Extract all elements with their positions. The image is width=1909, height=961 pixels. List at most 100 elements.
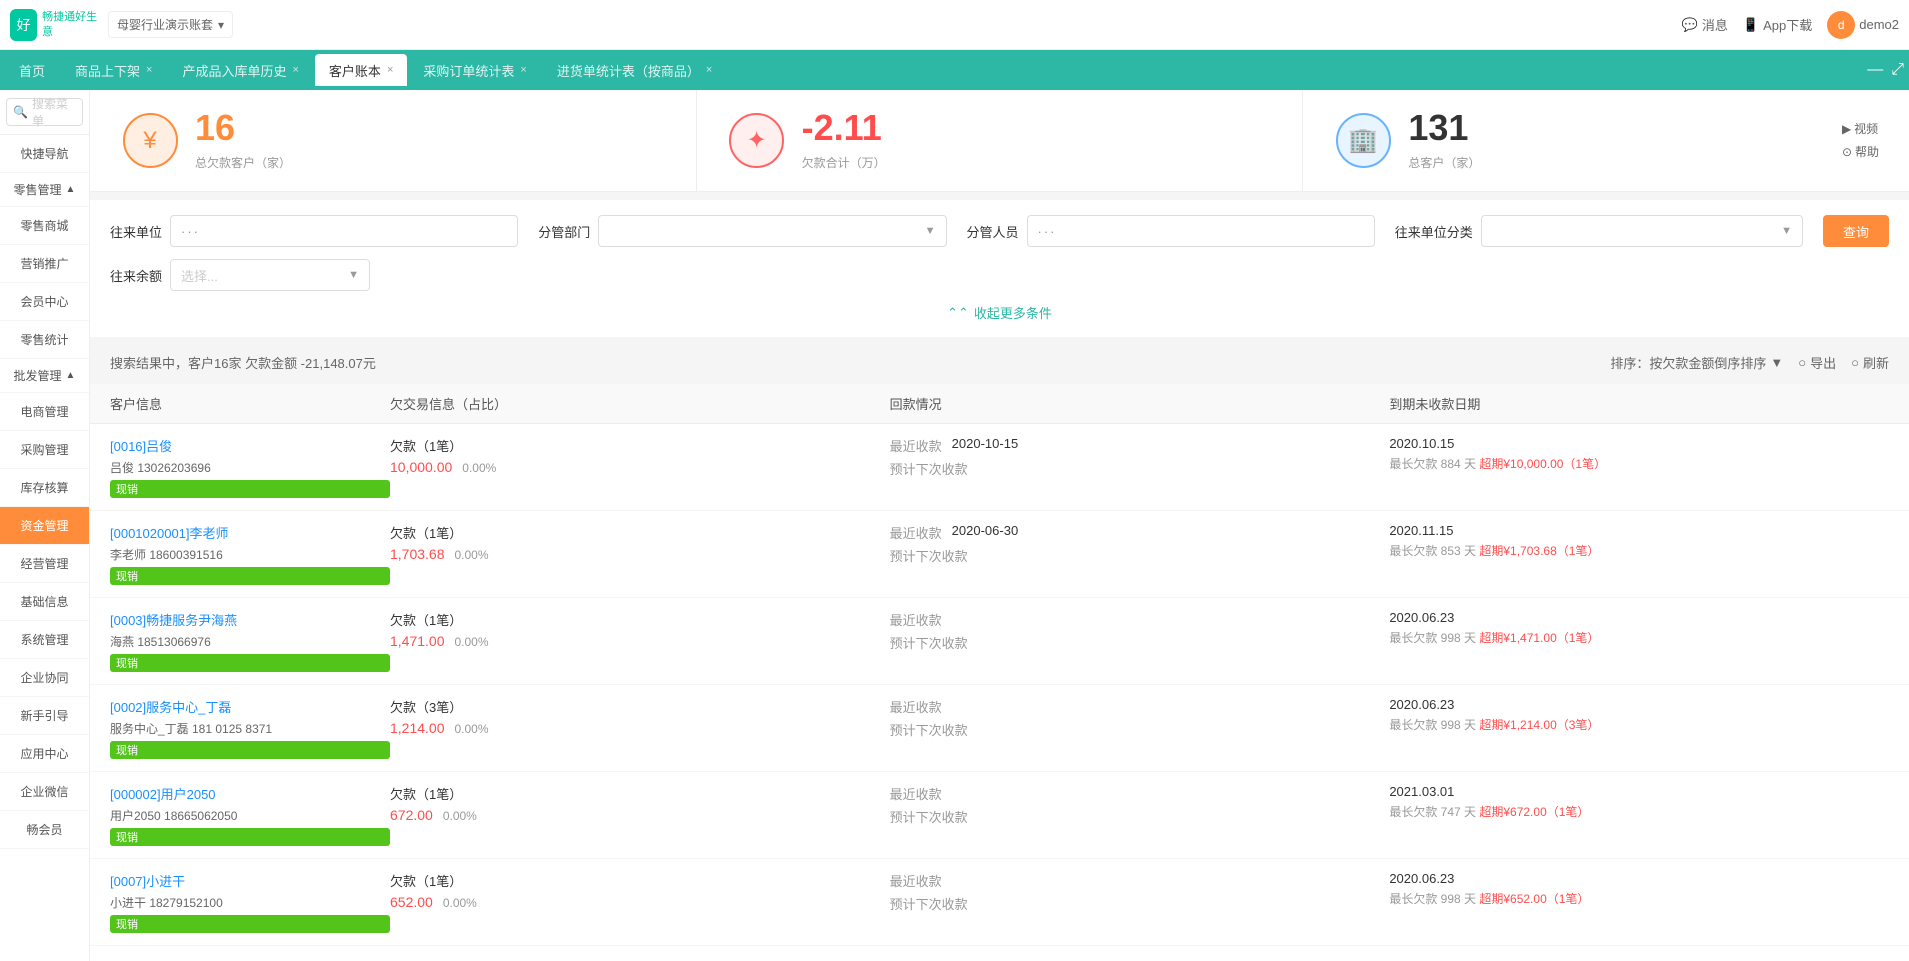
debt-amount: 672.00 [390, 807, 433, 823]
recovery-info: 最近收款 2020-10-15 预计下次收款 [890, 436, 1390, 498]
overdue-link[interactable]: 超期¥1,471.00（1笔） [1479, 631, 1599, 645]
customer-name[interactable]: [0016]吕俊 [110, 436, 390, 455]
table-row: [000002]用户2050 用户2050 18665062050 现销 欠款（… [90, 772, 1909, 859]
tab-close-icon[interactable]: × [146, 64, 152, 76]
sidebar-nav: 快捷导航零售管理▲零售商城营销推广会员中心零售统计批发管理▲电商管理采购管理库存… [0, 135, 89, 961]
overdue-date: 2021.03.01 [1389, 784, 1889, 799]
sidebar-item-retail-stats[interactable]: 零售统计 [0, 321, 89, 359]
sidebar-item-retail-mgmt[interactable]: 零售管理▲ [0, 173, 89, 207]
refresh-button[interactable]: ○ 刷新 [1851, 353, 1889, 372]
sidebar-item-system-mgmt[interactable]: 系统管理 [0, 621, 89, 659]
debt-amount: 652.00 [390, 894, 433, 910]
export-button[interactable]: ○ 导出 [1798, 353, 1836, 372]
sidebar-item-purchase-mgmt[interactable]: 采购管理 [0, 431, 89, 469]
search-button[interactable]: 查询 [1823, 215, 1889, 247]
sidebar-item-marketing[interactable]: 营销推广 [0, 245, 89, 283]
last-payment-label: 最近收款 [890, 697, 942, 716]
sidebar-item-batch-mgmt[interactable]: 批发管理▲ [0, 359, 89, 393]
last-payment-row: 最近收款 [890, 610, 1390, 629]
tab-close-icon[interactable]: × [387, 64, 393, 76]
table-row: [0006]去下粮仓 陈小希 现销 欠款（1笔） 455.90 0.00% 最近… [90, 946, 1909, 961]
sidebar-item-enterprise[interactable]: 企业协同 [0, 659, 89, 697]
phone-icon: 📱 [1743, 17, 1759, 33]
tab-close-icon[interactable]: × [706, 64, 712, 76]
overdue-link[interactable]: 超期¥652.00（1笔） [1479, 892, 1589, 906]
collapse-up-icon: ⌃⌃ [947, 305, 969, 321]
tab-production[interactable]: 产成品入库单历史× [168, 54, 312, 86]
sidebar-item-finance[interactable]: 资金管理 [0, 507, 89, 545]
debt-amount: 1,214.00 [390, 720, 445, 736]
customer-name[interactable]: [000002]用户2050 [110, 784, 390, 803]
video-button[interactable]: ▶ 视频 [1842, 120, 1879, 137]
message-button[interactable]: 💬 消息 [1682, 15, 1728, 34]
department-input[interactable]: ▼ [598, 215, 946, 247]
overdue-link[interactable]: 超期¥1,703.68（1笔） [1479, 544, 1599, 558]
tab-close-icon[interactable]: × [520, 64, 526, 76]
sidebar-item-quick-nav[interactable]: 快捷导航 [0, 135, 89, 173]
tab-home[interactable]: 首页 [5, 54, 59, 86]
collapse-filter-button[interactable]: ⌃⌃ 收起更多条件 [110, 303, 1889, 322]
overdue-link[interactable]: 超期¥10,000.00（1笔） [1479, 457, 1606, 471]
sidebar-item-app-center[interactable]: 应用中心 [0, 735, 89, 773]
user-menu[interactable]: d demo2 [1827, 11, 1899, 39]
tab-inventory_stat[interactable]: 进货单统计表（按商品）× [543, 54, 726, 86]
sidebar-label: 会员中心 [20, 295, 68, 309]
sidebar-item-vip[interactable]: 畅会员 [0, 811, 89, 849]
next-payment-row: 预计下次收款 [890, 894, 1390, 913]
tab-minimize-icon[interactable]: — [1867, 61, 1883, 79]
store-selector[interactable]: 母婴行业演示账套 ▾ [108, 11, 233, 38]
app-download-button[interactable]: 📱 App下载 [1743, 15, 1812, 34]
overdue-date: 2020.06.23 [1389, 610, 1889, 625]
stat3-actions: ▶ 视频 ⊙ 帮助 [1842, 120, 1879, 160]
overdue-date: 2020.06.23 [1389, 697, 1889, 712]
customer-name[interactable]: [0001020001]李老师 [110, 523, 390, 542]
overdue-days: 最长欠款 998 天 超期¥1,214.00（3笔） [1389, 716, 1889, 733]
sidebar-item-wechat[interactable]: 企业微信 [0, 773, 89, 811]
customer-phone: 吕俊 13026203696 [110, 459, 390, 476]
sidebar-item-operations[interactable]: 经营管理 [0, 545, 89, 583]
balance-arrow-icon: ▼ [348, 269, 359, 281]
table-header: 客户信息欠交易信息（占比）回款情况到期未收款日期 [90, 384, 1909, 424]
sort-selector[interactable]: 排序：按欠款金额倒序排序 ▼ [1610, 353, 1783, 372]
tab-products[interactable]: 商品上下架× [61, 54, 166, 86]
overdue-info: 2020.06.23 最长欠款 998 天 超期¥652.00（1笔） [1389, 871, 1889, 933]
sidebar-item-basic-info[interactable]: 基础信息 [0, 583, 89, 621]
unit-category-input[interactable]: ▼ [1481, 215, 1803, 247]
debt-info: 欠款（1笔） 672.00 0.00% [390, 784, 890, 846]
debt-amount-number: -2.11 [802, 110, 1273, 146]
sidebar-label: 新手引导 [20, 709, 68, 723]
source-unit-input[interactable]: ··· [170, 215, 518, 247]
logo-area: 好 畅捷通好生意 [10, 9, 98, 41]
tab-close-icon[interactable]: × [292, 64, 298, 76]
tab-customer_account[interactable]: 客户账本× [315, 54, 407, 86]
department-filter: 分管部门 ▼ [538, 215, 946, 247]
search-menu-input[interactable]: 🔍 搜索菜单 [6, 98, 83, 126]
tab-purchase_order[interactable]: 采购订单统计表× [409, 54, 540, 86]
last-payment-label: 最近收款 [890, 784, 942, 803]
stat-total-customers: 🏢 131 总客户（家） ▶ 视频 ⊙ 帮助 [1303, 90, 1909, 191]
sidebar-item-ecommerce[interactable]: 电商管理 [0, 393, 89, 431]
overdue-link[interactable]: 超期¥1,214.00（3笔） [1479, 718, 1599, 732]
table-row: [0002]服务中心_丁磊 服务中心_丁磊 181 0125 8371 现销 欠… [90, 685, 1909, 772]
table-row: [0007]小进干 小进干 18279152100 现销 欠款（1笔） 652.… [90, 859, 1909, 946]
help-button[interactable]: ⊙ 帮助 [1842, 143, 1879, 160]
debt-count: 欠款（1笔） [390, 871, 890, 890]
staff-input[interactable]: ··· [1027, 215, 1375, 247]
tab-maximize-icon[interactable]: ⤢ [1891, 61, 1904, 79]
balance-input[interactable]: 选择... ▼ [170, 259, 370, 291]
debt-row: 1,214.00 0.00% [390, 720, 890, 736]
sidebar-item-new-guide[interactable]: 新手引导 [0, 697, 89, 735]
debt-percent: 0.00% [443, 896, 477, 910]
overdue-link[interactable]: 超期¥672.00（1笔） [1479, 805, 1589, 819]
sidebar-item-retail-mall[interactable]: 零售商城 [0, 207, 89, 245]
store-arrow-icon: ▾ [218, 18, 224, 32]
sidebar-item-member-center[interactable]: 会员中心 [0, 283, 89, 321]
customer-name[interactable]: [0003]畅捷服务尹海燕 [110, 610, 390, 629]
customer-name[interactable]: [0002]服务中心_丁磊 [110, 697, 390, 716]
logo-icon: 好 [10, 9, 37, 41]
debt-count: 欠款（1笔） [390, 523, 890, 542]
sidebar-item-inventory[interactable]: 库存核算 [0, 469, 89, 507]
customer-name[interactable]: [0007]小进干 [110, 871, 390, 890]
next-payment-label: 预计下次收款 [890, 720, 968, 739]
balance-filter: 往来余额 选择... ▼ [110, 259, 370, 291]
